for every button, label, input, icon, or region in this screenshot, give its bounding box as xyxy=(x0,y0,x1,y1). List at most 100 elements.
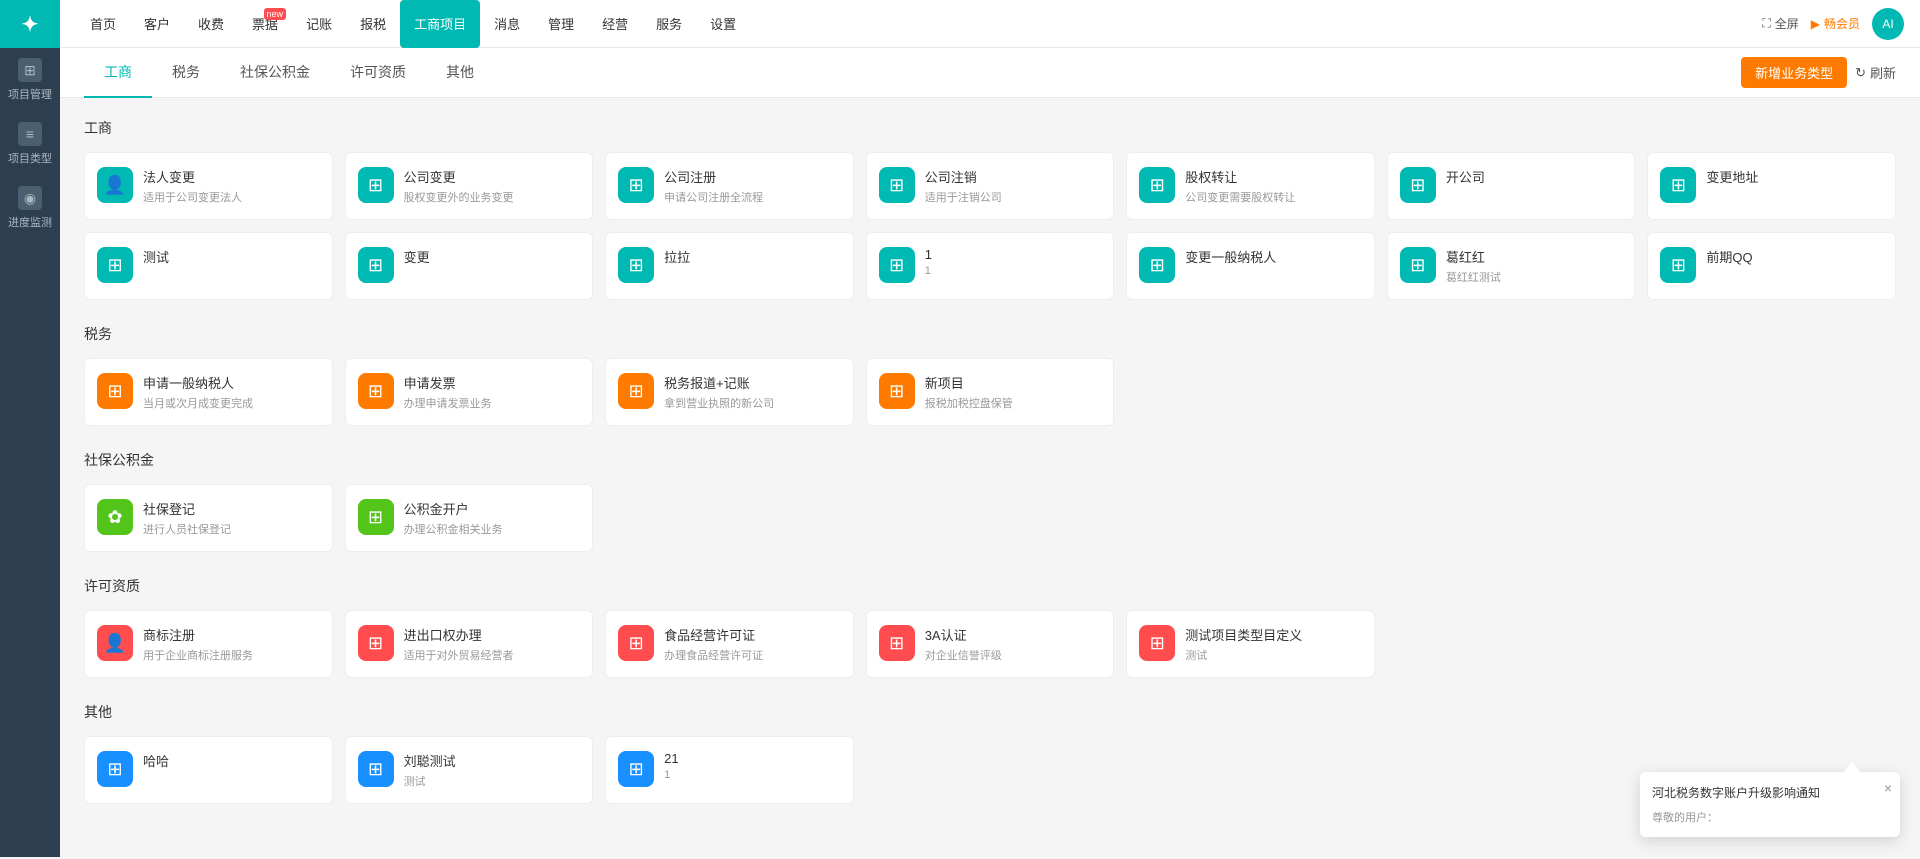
shangbiao-icon: 👤 xyxy=(97,625,133,661)
card-biangeng[interactable]: ⊞ 变更 xyxy=(345,232,594,300)
card-1[interactable]: ⊞ 1 1 xyxy=(866,232,1115,300)
sidebar-item-project-type[interactable]: ≡ 项目类型 xyxy=(0,112,60,176)
card-biangeng-납세인[interactable]: ⊞ 变更一般纳税人 xyxy=(1126,232,1375,300)
gjjkaihu-title: 公积金开户 xyxy=(404,499,581,518)
vip-icon: ▶ xyxy=(1811,17,1820,31)
card1-title: 1 xyxy=(925,247,1102,262)
nav-operation[interactable]: 经营 xyxy=(588,0,642,48)
card-haha[interactable]: ⊞ 哈哈 xyxy=(84,736,333,804)
3a-icon: ⊞ xyxy=(879,625,915,661)
tab-other[interactable]: 其他 xyxy=(426,48,494,98)
nav-service[interactable]: 服务 xyxy=(642,0,696,48)
shebaodengji-icon: ✿ xyxy=(97,499,133,535)
vip-btn[interactable]: ▶ 畅会员 xyxy=(1811,15,1860,32)
card-gehonghong[interactable]: ⊞ 葛红红 葛红红测试 xyxy=(1387,232,1636,300)
project-type-icon: ≡ xyxy=(18,122,42,146)
shenqingnsr-icon: ⊞ xyxy=(97,373,133,409)
refresh-button[interactable]: ↻ 刷新 xyxy=(1855,63,1896,82)
biangengdizhi-icon: ⊞ xyxy=(1660,167,1696,203)
other-grid: ⊞ 哈哈 ⊞ 刘聪测试 测试 ⊞ 21 1 xyxy=(84,736,1896,804)
refresh-icon: ↻ xyxy=(1855,65,1866,81)
project-mgmt-icon: ⊞ xyxy=(18,58,42,82)
nav-invoice[interactable]: 票据 new xyxy=(238,0,292,48)
qianqiqq-title: 前期QQ xyxy=(1706,247,1883,266)
card-test-xiangmu[interactable]: ⊞ 测试项目类型目定义 测试 xyxy=(1126,610,1375,678)
qianqiqq-icon: ⊞ xyxy=(1660,247,1696,283)
add-type-button[interactable]: 新增业务类型 xyxy=(1741,57,1847,88)
tab-xuke[interactable]: 许可资质 xyxy=(330,48,426,98)
content-area: 工商 👤 法人变更 适用于公司变更法人 ⊞ 公司变更 股权变更外的业务变更 ⊞ xyxy=(60,98,1920,859)
card-guquanzhuanrang[interactable]: ⊞ 股权转让 公司变更需要股权转让 xyxy=(1126,152,1375,220)
shuiwubaodao-title: 税务报道+记账 xyxy=(664,373,841,392)
tab-shebao[interactable]: 社保公积金 xyxy=(220,48,330,98)
notif-title: 河北税务数字账户升级影响通知 xyxy=(1652,784,1888,803)
card-biangengdizhi[interactable]: ⊞ 变更地址 xyxy=(1647,152,1896,220)
sidebar-label-progress: 进度监测 xyxy=(8,214,52,230)
main-content: 工商 税务 社保公积金 许可资质 其他 新增业务类型 ↻ 刷新 工商 👤 法人变… xyxy=(60,48,1920,859)
kaigongsi-title: 开公司 xyxy=(1446,167,1623,186)
faziren-title: 法人变更 xyxy=(143,167,320,186)
card-gongsizhuce[interactable]: ⊞ 公司注册 申请公司注册全流程 xyxy=(605,152,854,220)
sidebar-item-progress[interactable]: ◉ 进度监测 xyxy=(0,176,60,240)
lala-title: 拉拉 xyxy=(664,247,841,266)
card-shipin-xuke[interactable]: ⊞ 食品经营许可证 办理食品经营许可证 xyxy=(605,610,854,678)
card-gongsibiangheng[interactable]: ⊞ 公司变更 股权变更外的业务变更 xyxy=(345,152,594,220)
testxiangmu-icon: ⊞ xyxy=(1139,625,1175,661)
card-3a[interactable]: ⊞ 3A认证 对企业信誉评级 xyxy=(866,610,1115,678)
card-shenqing-nsr[interactable]: ⊞ 申请一般纳税人 当月或次月成变更完成 xyxy=(84,358,333,426)
fullscreen-icon: ⛶ xyxy=(1762,16,1770,31)
card-gongsizuxiao[interactable]: ⊞ 公司注销 适用于注销公司 xyxy=(866,152,1115,220)
tab-gongshang[interactable]: 工商 xyxy=(84,48,152,98)
card-shuiwu-baodao[interactable]: ⊞ 税务报道+记账 拿到营业执照的新公司 xyxy=(605,358,854,426)
nav-bookkeeping[interactable]: 记账 xyxy=(292,0,346,48)
shuiwubaodao-desc: 拿到营业执照的新公司 xyxy=(664,395,841,411)
lala-icon: ⊞ xyxy=(618,247,654,283)
avatar[interactable]: AI xyxy=(1872,8,1904,40)
nav-home[interactable]: 首页 xyxy=(76,0,130,48)
card-lala[interactable]: ⊞ 拉拉 xyxy=(605,232,854,300)
card21-title: 21 xyxy=(664,751,841,766)
card-qianqiqq[interactable]: ⊞ 前期QQ xyxy=(1647,232,1896,300)
notif-close-button[interactable]: × xyxy=(1884,780,1892,796)
3a-desc: 对企业信誉评级 xyxy=(925,647,1102,663)
card-faziren[interactable]: 👤 法人变更 适用于公司变更法人 xyxy=(84,152,333,220)
shenqingfp-title: 申请发票 xyxy=(404,373,581,392)
card-21[interactable]: ⊞ 21 1 xyxy=(605,736,854,804)
nav-billing[interactable]: 收费 xyxy=(184,0,238,48)
sidebar-logo[interactable]: ✦ xyxy=(0,0,60,48)
nav-message[interactable]: 消息 xyxy=(480,0,534,48)
card-shenqing-fp[interactable]: ⊞ 申请发票 办理申请发票业务 xyxy=(345,358,594,426)
shipinxuke-icon: ⊞ xyxy=(618,625,654,661)
nav-admin[interactable]: 管理 xyxy=(534,0,588,48)
card-liucong[interactable]: ⊞ 刘聪测试 测试 xyxy=(345,736,594,804)
sidebar: ✦ ⊞ 项目管理 ≡ 项目类型 ◉ 进度监测 xyxy=(0,0,60,857)
shangbiao-title: 商标注册 xyxy=(143,625,320,644)
nav-settings[interactable]: 设置 xyxy=(696,0,750,48)
card-shangbiao[interactable]: 👤 商标注册 用于企业商标注册服务 xyxy=(84,610,333,678)
gongsibiangheng-title: 公司变更 xyxy=(404,167,581,186)
nav-tax[interactable]: 报税 xyxy=(346,0,400,48)
gehonghong-title: 葛红红 xyxy=(1446,247,1623,266)
tab-shuiwu[interactable]: 税务 xyxy=(152,48,220,98)
gongsibiangheng-icon: ⊞ xyxy=(358,167,394,203)
card-shebao-dengji[interactable]: ✿ 社保登记 进行人员社保登记 xyxy=(84,484,333,552)
nav-right-area: ⛶ 全屏 ▶ 畅会员 AI xyxy=(1762,8,1904,40)
card-xin-xiangmu[interactable]: ⊞ 新项目 报税加税控盘保管 xyxy=(866,358,1115,426)
card1-icon: ⊞ xyxy=(879,247,915,283)
section-title-shebao: 社保公积金 xyxy=(84,450,1896,470)
card-gjj-kaihu[interactable]: ⊞ 公积金开户 办理公积金相关业务 xyxy=(345,484,594,552)
bgnsr-title: 变更一般纳税人 xyxy=(1185,247,1362,266)
card-jinchuchukou[interactable]: ⊞ 进出口权办理 适用于对外贸易经营者 xyxy=(345,610,594,678)
fullscreen-btn[interactable]: ⛶ 全屏 xyxy=(1762,15,1798,32)
sidebar-item-project-mgmt[interactable]: ⊞ 项目管理 xyxy=(0,48,60,112)
section-title-other: 其他 xyxy=(84,702,1896,722)
jinchuchukou-icon: ⊞ xyxy=(358,625,394,661)
nav-business[interactable]: 工商项目 xyxy=(400,0,480,48)
gongsizuxiao-desc: 适用于注销公司 xyxy=(925,189,1102,205)
jinchuchukou-desc: 适用于对外贸易经营者 xyxy=(404,647,581,663)
card-ceshi[interactable]: ⊞ 测试 xyxy=(84,232,333,300)
card-kaigongsi[interactable]: ⊞ 开公司 xyxy=(1387,152,1636,220)
gjjkaihu-desc: 办理公积金相关业务 xyxy=(404,521,581,537)
nav-client[interactable]: 客户 xyxy=(130,0,184,48)
shenqingnsr-desc: 当月或次月成变更完成 xyxy=(143,395,320,411)
